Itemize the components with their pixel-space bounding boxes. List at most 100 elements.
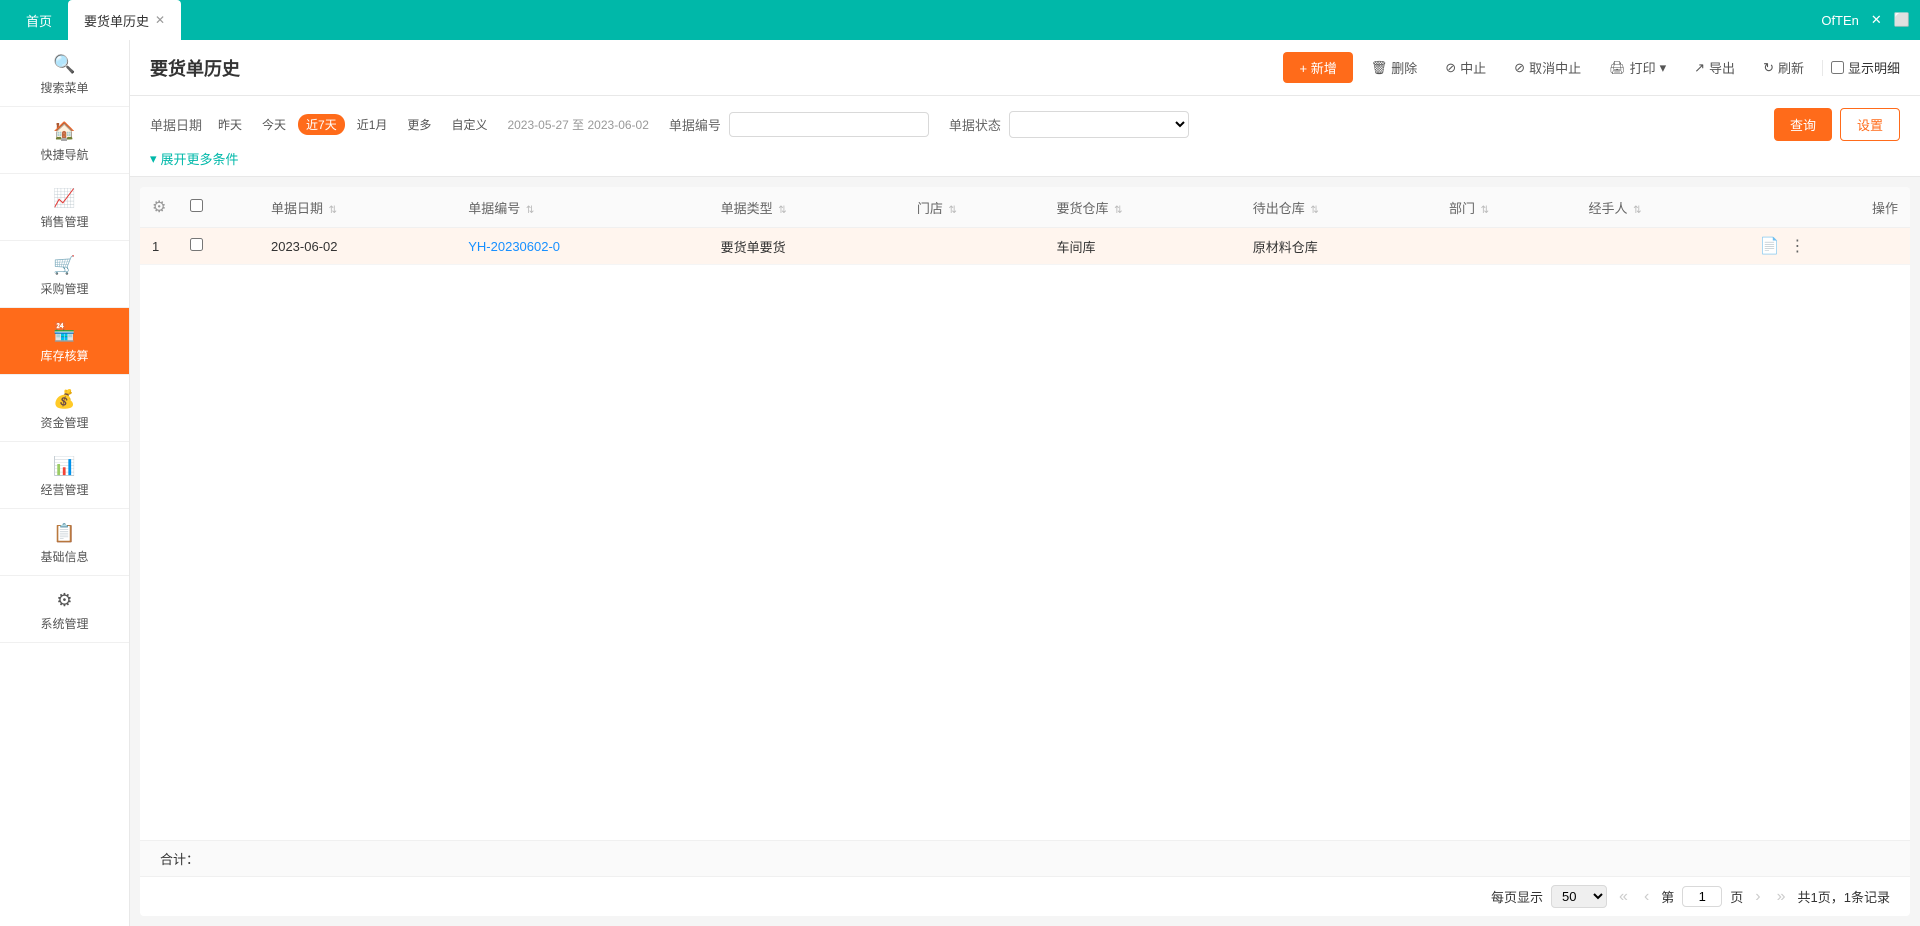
tab-bar: 首页 要货单历史 ✕: [10, 0, 181, 40]
filter-action-buttons: 查询 设置: [1774, 108, 1900, 141]
window-close-icon[interactable]: ✕: [1871, 12, 1882, 28]
status-select[interactable]: [1009, 111, 1189, 138]
row-more-button[interactable]: ⋮: [1786, 236, 1808, 256]
td-store: [905, 228, 1045, 265]
date-btn-1month[interactable]: 近1月: [349, 114, 396, 135]
date-btn-yesterday[interactable]: 昨天: [210, 114, 250, 135]
tab-close-icon[interactable]: ✕: [155, 13, 165, 27]
data-table: ⚙ 单据日期 ⇅ 单据编号 ⇅: [140, 187, 1910, 265]
show-detail-label[interactable]: 显示明细: [1831, 58, 1900, 77]
stop-icon: ⊘: [1445, 60, 1456, 76]
td-date: 2023-06-02: [259, 228, 456, 265]
query-button[interactable]: 查询: [1774, 108, 1832, 141]
date-btn-7days[interactable]: 近7天: [298, 114, 345, 135]
sort-date-icon[interactable]: ⇅: [329, 205, 337, 216]
sidebar-item-basic-info[interactable]: 📋 基础信息: [0, 509, 129, 576]
pagination: 每页显示 10 20 50 100 « ‹ 第 页 › » 共1页，1条记录: [140, 876, 1910, 916]
footer-summary: 合计：: [140, 840, 1910, 876]
row-checkbox[interactable]: [190, 238, 203, 251]
page-number-input[interactable]: [1682, 886, 1722, 907]
sidebar-label-management: 经营管理: [40, 481, 88, 498]
last-page-button[interactable]: »: [1773, 888, 1790, 906]
th-date: 单据日期 ⇅: [259, 187, 456, 228]
select-all-checkbox[interactable]: [190, 199, 203, 212]
show-detail-checkbox[interactable]: [1831, 61, 1844, 74]
page-header: 要货单历史 + 新增 🗑 删除 ⊘ 中止 ⊘ 取消中止 🖨 打印: [130, 40, 1920, 96]
sort-pending-warehouse-icon[interactable]: ⇅: [1310, 205, 1318, 216]
date-label: 单据日期: [150, 115, 202, 134]
column-settings-icon[interactable]: ⚙: [152, 199, 166, 216]
stop-button[interactable]: ⊘ 中止: [1435, 53, 1496, 82]
table-row: 1 2023-06-02 YH-20230602-0 要货单要货 车间库: [140, 228, 1910, 265]
order-no-input[interactable]: [729, 112, 929, 137]
prev-page-button[interactable]: ‹: [1640, 888, 1653, 906]
sidebar-item-search[interactable]: 🔍 搜索菜单: [0, 40, 129, 107]
page-suffix: 页: [1730, 887, 1743, 906]
expand-more-button[interactable]: ▾ 展开更多条件: [150, 149, 1900, 168]
th-store: 门店 ⇅: [905, 187, 1045, 228]
td-no: YH-20230602-0: [456, 228, 708, 265]
td-action: 📄 ⋮: [1744, 228, 1910, 265]
sort-store-icon[interactable]: ⇅: [949, 205, 957, 216]
table-wrapper[interactable]: ⚙ 单据日期 ⇅ 单据编号 ⇅: [140, 187, 1910, 840]
print-dropdown-icon: ▾: [1660, 60, 1667, 76]
content-area: 要货单历史 + 新增 🗑 删除 ⊘ 中止 ⊘ 取消中止 🖨 打印: [130, 40, 1920, 926]
sort-req-warehouse-icon[interactable]: ⇅: [1114, 205, 1122, 216]
date-btn-custom[interactable]: 自定义: [443, 114, 495, 135]
inventory-icon: 🏪: [53, 322, 75, 343]
print-icon: 🖨: [1609, 60, 1626, 76]
settings-button[interactable]: 设置: [1840, 108, 1900, 141]
td-req-warehouse: 车间库: [1044, 228, 1240, 265]
th-dept: 部门 ⇅: [1437, 187, 1577, 228]
date-buttons: 昨天 今天 近7天 近1月 更多 自定义: [210, 114, 495, 135]
main-layout: 🔍 搜索菜单 🏠 快捷导航 📈 销售管理 🛒 采购管理 🏪 库存核算 💰 资金管…: [0, 40, 1920, 926]
sidebar-label-sales: 销售管理: [40, 213, 88, 230]
date-btn-today[interactable]: 今天: [254, 114, 294, 135]
window-maximize-icon[interactable]: ⬜: [1894, 12, 1910, 28]
td-handler: [1577, 228, 1745, 265]
date-btn-more[interactable]: 更多: [399, 114, 439, 135]
filter-group-status: 单据状态: [949, 111, 1189, 138]
search-icon: 🔍: [53, 54, 75, 75]
sidebar: 🔍 搜索菜单 🏠 快捷导航 📈 销售管理 🛒 采购管理 🏪 库存核算 💰 资金管…: [0, 40, 130, 926]
new-button[interactable]: + 新增: [1283, 52, 1352, 83]
sidebar-label-finance: 资金管理: [40, 414, 88, 431]
sidebar-item-shortcuts[interactable]: 🏠 快捷导航: [0, 107, 129, 174]
first-page-button[interactable]: «: [1615, 888, 1632, 906]
tab-order-history[interactable]: 要货单历史 ✕: [68, 0, 181, 40]
cancel-stop-icon: ⊘: [1514, 60, 1525, 76]
top-bar: 首页 要货单历史 ✕ OfTEn ✕ ⬜: [0, 0, 1920, 40]
expand-more-container: ▾ 展开更多条件: [150, 149, 1900, 168]
sidebar-item-finance[interactable]: 💰 资金管理: [0, 375, 129, 442]
divider: [1822, 60, 1823, 76]
sort-handler-icon[interactable]: ⇅: [1633, 205, 1641, 216]
filter-row-1: 单据日期 昨天 今天 近7天 近1月 更多 自定义 2023-05-27 至 2…: [150, 108, 1900, 141]
sidebar-label-shortcuts: 快捷导航: [40, 146, 88, 163]
td-pending-warehouse: 原材料仓库: [1241, 228, 1437, 265]
sidebar-label-system: 系统管理: [40, 615, 88, 632]
page-size-select[interactable]: 10 20 50 100: [1551, 885, 1607, 908]
sidebar-item-purchase[interactable]: 🛒 采购管理: [0, 241, 129, 308]
action-col: 📄 ⋮: [1756, 236, 1898, 256]
delete-button[interactable]: 🗑 删除: [1361, 53, 1428, 82]
cancel-stop-button[interactable]: ⊘ 取消中止: [1504, 53, 1591, 82]
sort-no-icon[interactable]: ⇅: [526, 205, 534, 216]
sidebar-item-management[interactable]: 📊 经营管理: [0, 442, 129, 509]
export-button[interactable]: ↗ 导出: [1684, 53, 1745, 82]
order-no-link[interactable]: YH-20230602-0: [468, 239, 560, 254]
row-edit-button[interactable]: 📄: [1756, 236, 1782, 256]
finance-icon: 💰: [53, 389, 75, 410]
th-req-warehouse: 要货仓库 ⇅: [1044, 187, 1240, 228]
table-area: ⚙ 单据日期 ⇅ 单据编号 ⇅: [140, 187, 1910, 916]
refresh-button[interactable]: ↻ 刷新: [1753, 53, 1814, 82]
sidebar-item-sales[interactable]: 📈 销售管理: [0, 174, 129, 241]
sort-type-icon[interactable]: ⇅: [778, 205, 786, 216]
sidebar-item-system[interactable]: ⚙ 系统管理: [0, 576, 129, 643]
summary-label: 合计：: [160, 852, 199, 867]
sidebar-item-inventory[interactable]: 🏪 库存核算: [0, 308, 129, 375]
print-button[interactable]: 🖨 打印 ▾: [1599, 53, 1676, 82]
tab-home[interactable]: 首页: [10, 0, 68, 40]
next-page-button[interactable]: ›: [1751, 888, 1764, 906]
sort-dept-icon[interactable]: ⇅: [1481, 205, 1489, 216]
system-icon: ⚙: [56, 590, 72, 611]
